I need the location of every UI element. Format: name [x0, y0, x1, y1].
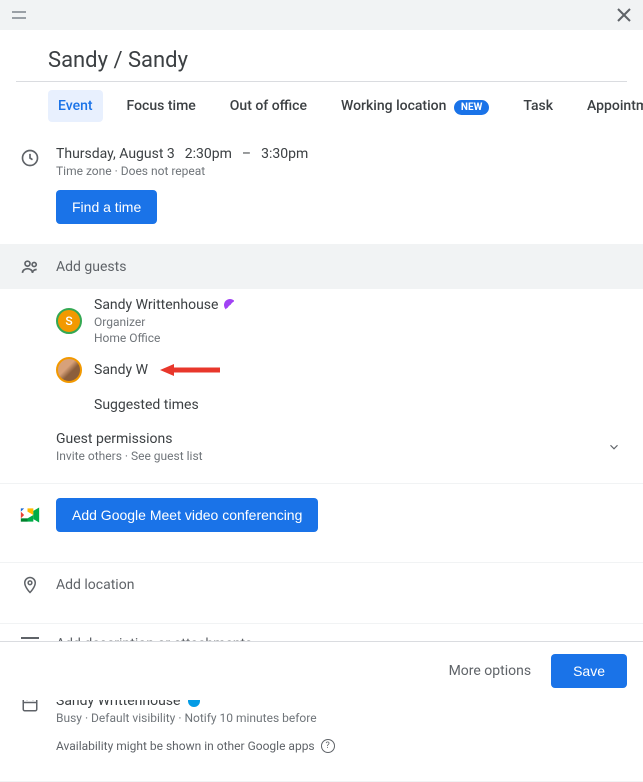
guest-name: Sandy W — [94, 362, 148, 378]
tab-task[interactable]: Task — [513, 90, 563, 122]
clock-icon — [16, 146, 44, 168]
people-icon — [16, 257, 44, 277]
event-type-tabs: Event Focus time Out of office Working l… — [16, 90, 627, 122]
drag-handle-icon[interactable] — [12, 10, 26, 20]
chevron-down-icon — [607, 440, 627, 454]
time-dash: – — [242, 146, 251, 162]
tab-out-of-office[interactable]: Out of office — [220, 90, 317, 122]
guest-name: Sandy Writtenhouse — [94, 297, 218, 313]
tab-working-location-label: Working location — [341, 98, 446, 114]
help-icon[interactable]: ? — [321, 739, 335, 753]
tab-focus-time[interactable]: Focus time — [117, 90, 206, 122]
close-icon[interactable] — [617, 8, 631, 22]
avatar: S — [56, 308, 82, 334]
event-date[interactable]: Thursday, August 3 — [56, 146, 175, 162]
more-options-button[interactable]: More options — [449, 663, 532, 679]
moon-icon — [224, 299, 236, 311]
annotation-arrow-icon — [160, 362, 220, 378]
calendar-settings-text[interactable]: Busy · Default visibility · Notify 10 mi… — [56, 711, 627, 725]
new-badge: NEW — [454, 100, 489, 115]
guest-row: Sandy W — [16, 349, 627, 387]
guest-role: Organizer — [94, 315, 236, 329]
event-start-time[interactable]: 2:30pm — [185, 146, 232, 162]
event-title[interactable]: Sandy / Sandy — [48, 48, 627, 73]
availability-note: Availability might be shown in other Goo… — [56, 739, 315, 753]
guest-location: Home Office — [94, 331, 236, 345]
suggested-times-link[interactable]: Suggested times — [16, 387, 627, 419]
guest-row-organizer: S Sandy Writtenhouse Organizer Home Offi… — [16, 289, 627, 349]
avatar — [56, 357, 82, 383]
google-meet-icon — [16, 506, 44, 524]
add-location-input[interactable]: Add location — [56, 577, 134, 593]
location-icon — [16, 575, 44, 595]
guest-permissions-title: Guest permissions — [56, 431, 203, 447]
tab-event[interactable]: Event — [48, 90, 103, 122]
find-a-time-button[interactable]: Find a time — [56, 190, 157, 224]
timezone-repeat-text[interactable]: Time zone · Does not repeat — [56, 164, 627, 178]
add-guests-input[interactable]: Add guests — [56, 259, 126, 275]
save-button[interactable]: Save — [551, 654, 627, 688]
tab-appointment-schedule[interactable]: Appointment schedule — [577, 90, 643, 122]
tab-working-location[interactable]: Working location NEW — [331, 90, 499, 122]
add-google-meet-button[interactable]: Add Google Meet video conferencing — [56, 498, 318, 532]
event-end-time[interactable]: 3:30pm — [261, 146, 308, 162]
guest-permissions-row[interactable]: Guest permissions Invite others · See gu… — [16, 419, 627, 467]
guest-permissions-sub: Invite others · See guest list — [56, 449, 203, 463]
